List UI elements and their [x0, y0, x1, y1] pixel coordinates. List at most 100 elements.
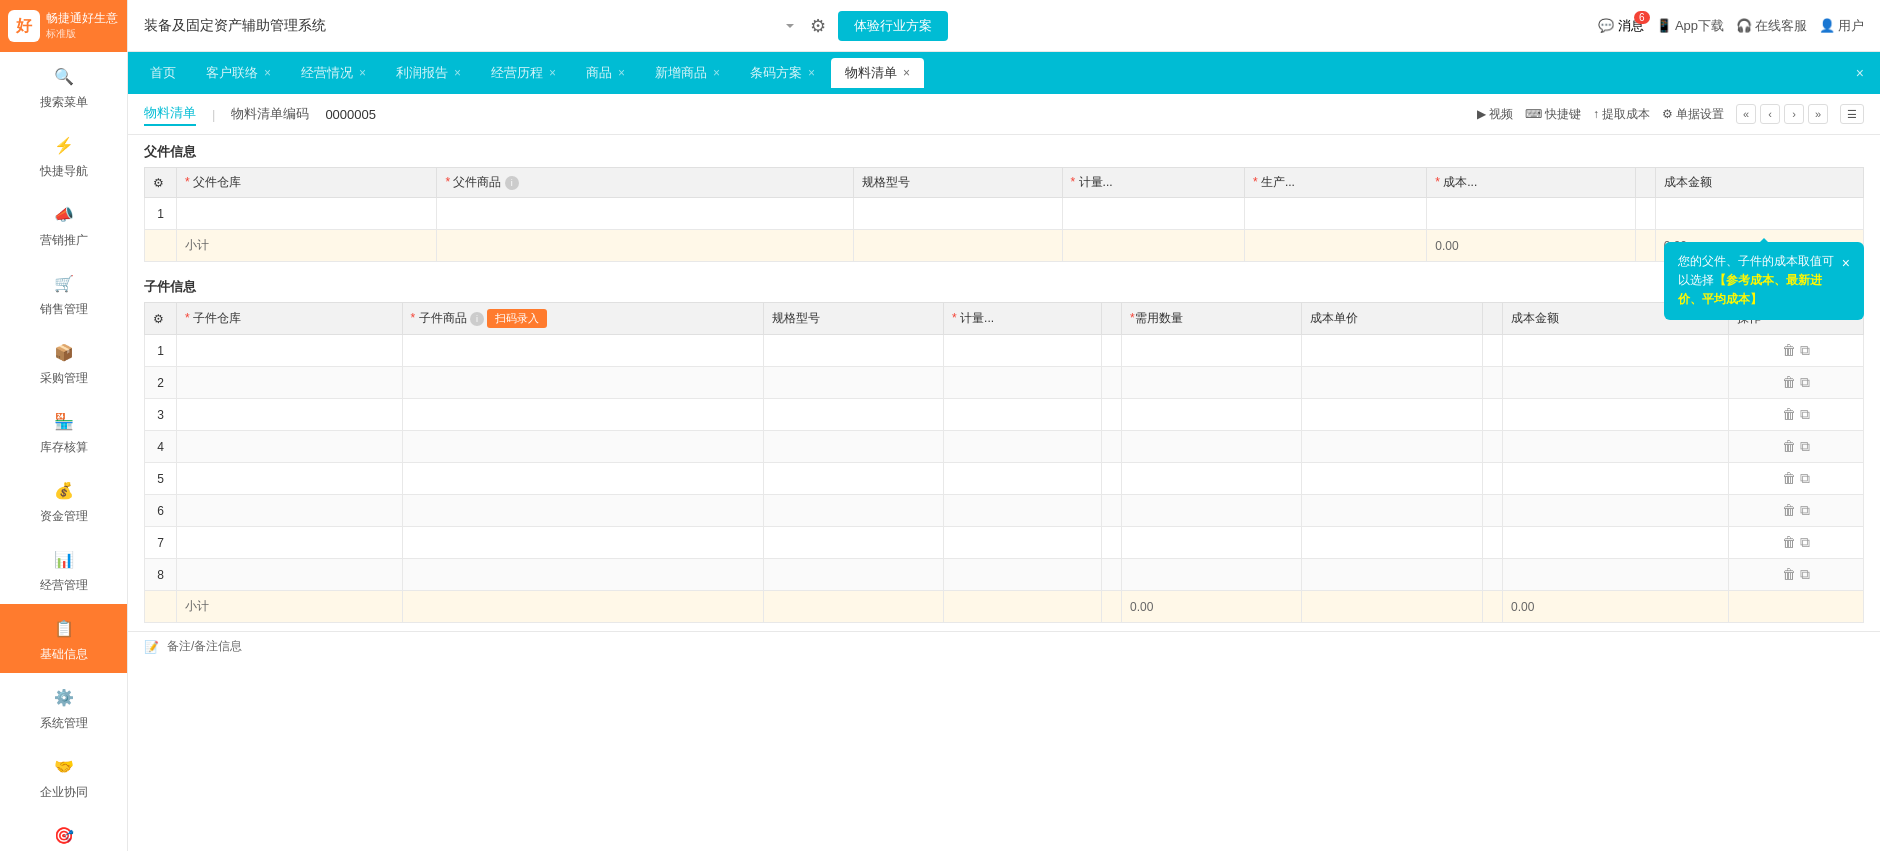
parent-warehouse-cell[interactable] [177, 198, 437, 230]
delete-row-btn[interactable]: 🗑 [1782, 342, 1796, 359]
child-unit-cell[interactable] [944, 335, 1102, 367]
child-totalcost-cell[interactable] [1502, 335, 1728, 367]
sidebar-item-quicknav[interactable]: ⚡ 快捷导航 [0, 121, 127, 190]
child-product-cell[interactable] [402, 463, 763, 495]
child-th-settings[interactable]: ⚙ [145, 303, 177, 335]
child-unit-cell[interactable] [944, 463, 1102, 495]
sidebar-item-finance[interactable]: 💰 资金管理 [0, 466, 127, 535]
child-warehouse-cell[interactable] [177, 495, 403, 527]
child-qty-cell[interactable] [1122, 399, 1302, 431]
parent-prod-cell[interactable] [1244, 198, 1426, 230]
child-qty-cell[interactable] [1122, 367, 1302, 399]
delete-row-btn[interactable]: 🗑 [1782, 374, 1796, 391]
delete-row-btn[interactable]: 🗑 [1782, 470, 1796, 487]
child-unit-cell[interactable] [944, 495, 1102, 527]
child-info-icon[interactable]: i [470, 312, 484, 326]
sidebar-item-purchase[interactable]: 📦 采购管理 [0, 328, 127, 397]
child-qty-cell[interactable] [1122, 559, 1302, 591]
close-customer-tab[interactable]: × [264, 66, 271, 80]
tab-home[interactable]: 首页 [136, 58, 190, 88]
sidebar-item-collaboration[interactable]: 🤝 企业协同 [0, 742, 127, 811]
child-unitprice-cell[interactable] [1302, 431, 1482, 463]
child-warehouse-cell[interactable] [177, 431, 403, 463]
child-totalcost-cell[interactable] [1502, 495, 1728, 527]
child-warehouse-cell[interactable] [177, 367, 403, 399]
close-all-tabs-btn[interactable]: × [1848, 61, 1872, 85]
extract-cost-btn[interactable]: ↑ 提取成本 [1593, 106, 1650, 123]
sidebar-item-sales[interactable]: 🛒 销售管理 [0, 259, 127, 328]
child-product-cell[interactable] [402, 335, 763, 367]
delete-row-btn[interactable]: 🗑 [1782, 534, 1796, 551]
copy-row-btn[interactable]: ⧉ [1800, 406, 1810, 423]
tab-barcode[interactable]: 条码方案 × [736, 58, 829, 88]
delete-row-btn[interactable]: 🗑 [1782, 502, 1796, 519]
prev-page-btn[interactable]: ‹ [1760, 104, 1780, 124]
copy-row-btn[interactable]: ⧉ [1800, 566, 1810, 583]
child-unitprice-cell[interactable] [1302, 559, 1482, 591]
child-spec-cell[interactable] [763, 367, 943, 399]
child-spec-cell[interactable] [763, 559, 943, 591]
child-spec-cell[interactable] [763, 335, 943, 367]
sidebar-item-marketing[interactable]: 📣 营销推广 [0, 190, 127, 259]
child-qty-cell[interactable] [1122, 431, 1302, 463]
tab-profit[interactable]: 利润报告 × [382, 58, 475, 88]
child-totalcost-cell[interactable] [1502, 463, 1728, 495]
sidebar-item-basic-info[interactable]: 📋 基础信息 [0, 604, 127, 673]
child-spec-cell[interactable] [763, 431, 943, 463]
parent-unit-cell[interactable] [1062, 198, 1244, 230]
parent-spec-cell[interactable] [854, 198, 1062, 230]
child-warehouse-cell[interactable] [177, 527, 403, 559]
close-operations-tab[interactable]: × [359, 66, 366, 80]
copy-row-btn[interactable]: ⧉ [1800, 374, 1810, 391]
child-qty-cell[interactable] [1122, 463, 1302, 495]
shortcut-btn[interactable]: ⌨ 快捷键 [1525, 106, 1581, 123]
single-settings-btn[interactable]: ⚙ 单据设置 [1662, 106, 1724, 123]
child-qty-cell[interactable] [1122, 335, 1302, 367]
tab-customer[interactable]: 客户联络 × [192, 58, 285, 88]
tab-bom[interactable]: 物料清单 × [831, 58, 924, 88]
child-unitprice-cell[interactable] [1302, 399, 1482, 431]
sidebar-item-search[interactable]: 🔍 搜索菜单 [0, 52, 127, 121]
child-spec-cell[interactable] [763, 399, 943, 431]
child-unitprice-cell[interactable] [1302, 527, 1482, 559]
parent-product-cell[interactable] [437, 198, 854, 230]
parent-cost-cell[interactable] [1427, 198, 1635, 230]
child-unit-cell[interactable] [944, 527, 1102, 559]
child-totalcost-cell[interactable] [1502, 367, 1728, 399]
child-unit-cell[interactable] [944, 367, 1102, 399]
copy-row-btn[interactable]: ⧉ [1800, 438, 1810, 455]
child-product-cell[interactable] [402, 367, 763, 399]
child-spec-cell[interactable] [763, 527, 943, 559]
child-unitprice-cell[interactable] [1302, 335, 1482, 367]
sidebar-item-guide[interactable]: 🎯 新手引导 [0, 811, 127, 851]
trial-btn[interactable]: 体验行业方案 [838, 11, 948, 41]
delete-row-btn[interactable]: 🗑 [1782, 566, 1796, 583]
child-unitprice-cell[interactable] [1302, 367, 1482, 399]
copy-row-btn[interactable]: ⧉ [1800, 470, 1810, 487]
sidebar-item-inventory[interactable]: 🏪 库存核算 [0, 397, 127, 466]
child-product-cell[interactable] [402, 527, 763, 559]
close-history-tab[interactable]: × [549, 66, 556, 80]
tooltip-close-btn[interactable]: × [1842, 252, 1850, 274]
parent-costamt-cell[interactable] [1655, 198, 1863, 230]
settings-gear-icon[interactable]: ⚙ [810, 15, 826, 37]
child-unitprice-cell[interactable] [1302, 495, 1482, 527]
info-icon[interactable]: i [505, 176, 519, 190]
app-download-btn[interactable]: 📱 App下载 [1656, 17, 1724, 35]
child-spec-cell[interactable] [763, 463, 943, 495]
copy-row-btn[interactable]: ⧉ [1800, 342, 1810, 359]
child-unit-cell[interactable] [944, 559, 1102, 591]
child-warehouse-cell[interactable] [177, 559, 403, 591]
menu-view-btn[interactable]: ☰ [1840, 104, 1864, 124]
child-qty-cell[interactable] [1122, 495, 1302, 527]
child-unit-cell[interactable] [944, 431, 1102, 463]
sidebar-item-system[interactable]: ⚙️ 系统管理 [0, 673, 127, 742]
child-warehouse-cell[interactable] [177, 335, 403, 367]
child-unit-cell[interactable] [944, 399, 1102, 431]
close-bom-tab[interactable]: × [903, 66, 910, 80]
close-goods-tab[interactable]: × [618, 66, 625, 80]
child-totalcost-cell[interactable] [1502, 559, 1728, 591]
child-totalcost-cell[interactable] [1502, 431, 1728, 463]
subtab-bom-code[interactable]: 物料清单编码 [231, 103, 309, 125]
sidebar-item-operations[interactable]: 📊 经营管理 [0, 535, 127, 604]
